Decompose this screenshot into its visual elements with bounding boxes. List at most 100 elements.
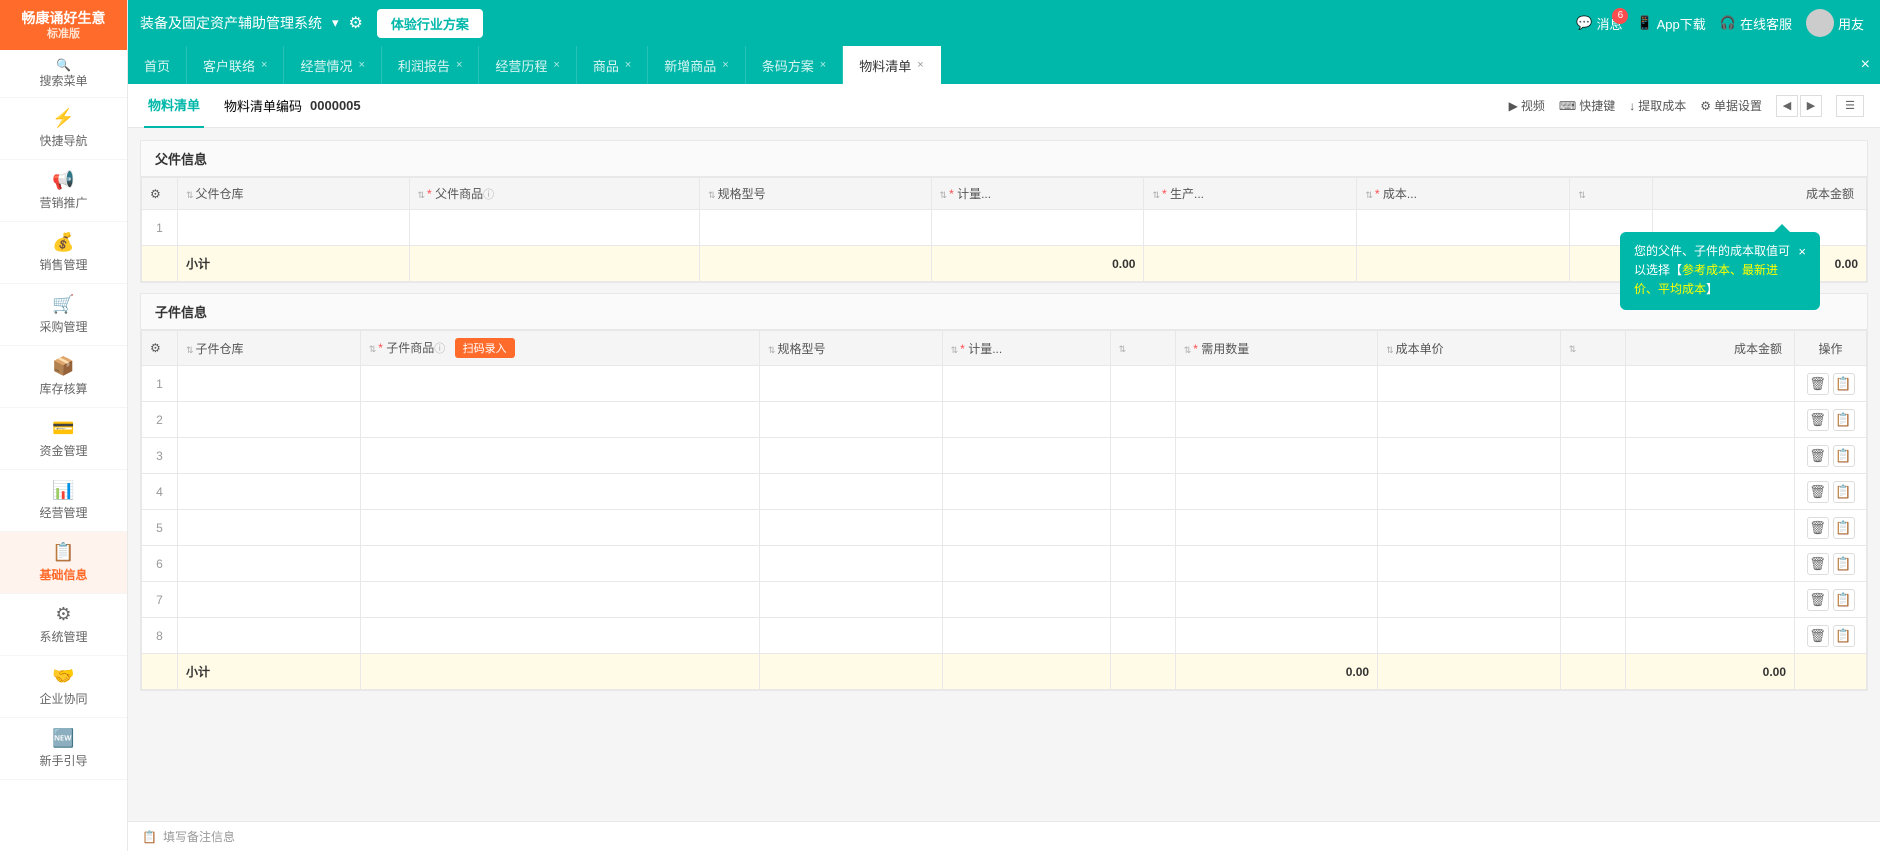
child-quantity-cell-1[interactable] [942, 366, 1110, 402]
extract-cost-link[interactable]: ↓ 提取成本 [1629, 97, 1686, 114]
child-spec-cell-5[interactable] [759, 510, 942, 546]
tab-profit-close[interactable]: × [456, 59, 462, 71]
delete-row-btn-1[interactable]: 🗑 [1807, 373, 1829, 395]
online-service-item[interactable]: 🎧 在线客服 [1720, 14, 1792, 33]
th-child-settings[interactable]: ⚙ [142, 331, 178, 366]
sidebar-item-purchase[interactable]: 🛒 采购管理 [0, 284, 127, 346]
child-quantity-cell-5[interactable] [942, 510, 1110, 546]
copy-row-btn-8[interactable]: 📋 [1833, 625, 1855, 647]
child-warehouse-cell-1[interactable] [178, 366, 361, 402]
tab-history[interactable]: 经营历程 × [479, 46, 576, 84]
tab-goods[interactable]: 商品 × [577, 46, 648, 84]
child-quantity-cell-6[interactable] [942, 546, 1110, 582]
tab-customer-close[interactable]: × [261, 59, 267, 71]
delete-row-btn-3[interactable]: 🗑 [1807, 445, 1829, 467]
child-spec-cell-6[interactable] [759, 546, 942, 582]
tab-customer[interactable]: 客户联络 × [187, 46, 284, 84]
child-quantity-cell-7[interactable] [942, 582, 1110, 618]
topbar-dropdown-arrow[interactable]: ▾ [332, 15, 339, 31]
child-goods-cell-8[interactable] [360, 618, 759, 654]
child-needed-qty-cell-1[interactable] [1175, 366, 1377, 402]
sidebar-item-enterprise[interactable]: 🤝 企业协同 [0, 656, 127, 718]
trial-button[interactable]: 体验行业方案 [377, 9, 483, 38]
child-goods-cell-5[interactable] [360, 510, 759, 546]
child-needed-qty-cell-3[interactable] [1175, 438, 1377, 474]
app-download-item[interactable]: 📱 App下载 [1636, 14, 1705, 33]
parent-quantity-cell[interactable] [931, 210, 1144, 246]
sidebar-item-inventory[interactable]: 📦 库存核算 [0, 346, 127, 408]
prev-record-btn[interactable]: ◀ [1776, 95, 1798, 117]
child-spec-cell-4[interactable] [759, 474, 942, 510]
child-goods-cell-1[interactable] [360, 366, 759, 402]
delete-row-btn-7[interactable]: 🗑 [1807, 589, 1829, 611]
close-all-tabs[interactable]: × [1851, 56, 1880, 74]
child-goods-cell-6[interactable] [360, 546, 759, 582]
message-icon-item[interactable]: 💬 消息 6 [1576, 14, 1622, 33]
copy-row-btn-3[interactable]: 📋 [1833, 445, 1855, 467]
sidebar-item-system[interactable]: ⚙ 系统管理 [0, 594, 127, 656]
tab-new-goods[interactable]: 新增商品 × [648, 46, 745, 84]
user-item[interactable]: 用友 [1806, 9, 1864, 37]
child-warehouse-cell-8[interactable] [178, 618, 361, 654]
tooltip-close-btn[interactable]: × [1798, 242, 1806, 263]
list-view-btn[interactable]: ☰ [1836, 95, 1864, 117]
child-spec-cell-1[interactable] [759, 366, 942, 402]
copy-row-btn-1[interactable]: 📋 [1833, 373, 1855, 395]
child-spec-cell-2[interactable] [759, 402, 942, 438]
child-warehouse-cell-5[interactable] [178, 510, 361, 546]
copy-row-btn-7[interactable]: 📋 [1833, 589, 1855, 611]
child-unit-cost-cell-1[interactable] [1378, 366, 1561, 402]
child-warehouse-cell-6[interactable] [178, 546, 361, 582]
th-parent-settings[interactable]: ⚙ [142, 178, 178, 210]
child-goods-cell-4[interactable] [360, 474, 759, 510]
parent-production-cell[interactable] [1144, 210, 1357, 246]
child-needed-qty-cell-8[interactable] [1175, 618, 1377, 654]
child-quantity-cell-3[interactable] [942, 438, 1110, 474]
copy-row-btn-5[interactable]: 📋 [1833, 517, 1855, 539]
sidebar-item-marketing[interactable]: 📢 营销推广 [0, 160, 127, 222]
copy-row-btn-2[interactable]: 📋 [1833, 409, 1855, 431]
tab-barcode[interactable]: 条码方案 × [746, 46, 843, 84]
child-unit-cost-cell-7[interactable] [1378, 582, 1561, 618]
child-needed-qty-cell-4[interactable] [1175, 474, 1377, 510]
child-warehouse-cell-4[interactable] [178, 474, 361, 510]
sidebar-item-sales[interactable]: 💰 销售管理 [0, 222, 127, 284]
tab-home[interactable]: 首页 [128, 46, 187, 84]
child-unit-cost-cell-4[interactable] [1378, 474, 1561, 510]
child-unit-cost-cell-8[interactable] [1378, 618, 1561, 654]
sidebar-item-ops[interactable]: 📊 经营管理 [0, 470, 127, 532]
tab-bom-close[interactable]: × [917, 59, 923, 71]
tab-barcode-close[interactable]: × [820, 59, 826, 71]
settings-icon[interactable]: ⚙ [349, 13, 363, 33]
copy-row-btn-4[interactable]: 📋 [1833, 481, 1855, 503]
parent-warehouse-cell[interactable] [178, 210, 410, 246]
child-needed-qty-cell-5[interactable] [1175, 510, 1377, 546]
child-goods-cell-2[interactable] [360, 402, 759, 438]
child-warehouse-cell-2[interactable] [178, 402, 361, 438]
tab-bom[interactable]: 物料清单 × [843, 46, 940, 84]
parent-spec-cell[interactable] [700, 210, 932, 246]
tab-new-goods-close[interactable]: × [722, 59, 728, 71]
child-spec-cell-8[interactable] [759, 618, 942, 654]
sidebar-item-quick-nav[interactable]: ⚡ 快捷导航 [0, 98, 127, 160]
parent-cost-cell[interactable] [1357, 210, 1570, 246]
child-goods-cell-7[interactable] [360, 582, 759, 618]
next-record-btn[interactable]: ▶ [1800, 95, 1822, 117]
single-settings-link[interactable]: ⚙ 单据设置 [1700, 97, 1762, 114]
tab-history-close[interactable]: × [553, 59, 559, 71]
tab-goods-close[interactable]: × [625, 59, 631, 71]
child-quantity-cell-8[interactable] [942, 618, 1110, 654]
child-warehouse-cell-3[interactable] [178, 438, 361, 474]
delete-row-btn-6[interactable]: 🗑 [1807, 553, 1829, 575]
child-quantity-cell-4[interactable] [942, 474, 1110, 510]
sidebar-item-guide[interactable]: 🆕 新手引导 [0, 718, 127, 780]
shortcut-link[interactable]: ⌨ 快捷键 [1559, 97, 1615, 114]
child-unit-cost-cell-5[interactable] [1378, 510, 1561, 546]
child-warehouse-cell-7[interactable] [178, 582, 361, 618]
child-goods-cell-3[interactable] [360, 438, 759, 474]
parent-goods-cell[interactable] [409, 210, 700, 246]
child-quantity-cell-2[interactable] [942, 402, 1110, 438]
child-needed-qty-cell-2[interactable] [1175, 402, 1377, 438]
child-unit-cost-cell-6[interactable] [1378, 546, 1561, 582]
tab-operation[interactable]: 经营情况 × [284, 46, 381, 84]
